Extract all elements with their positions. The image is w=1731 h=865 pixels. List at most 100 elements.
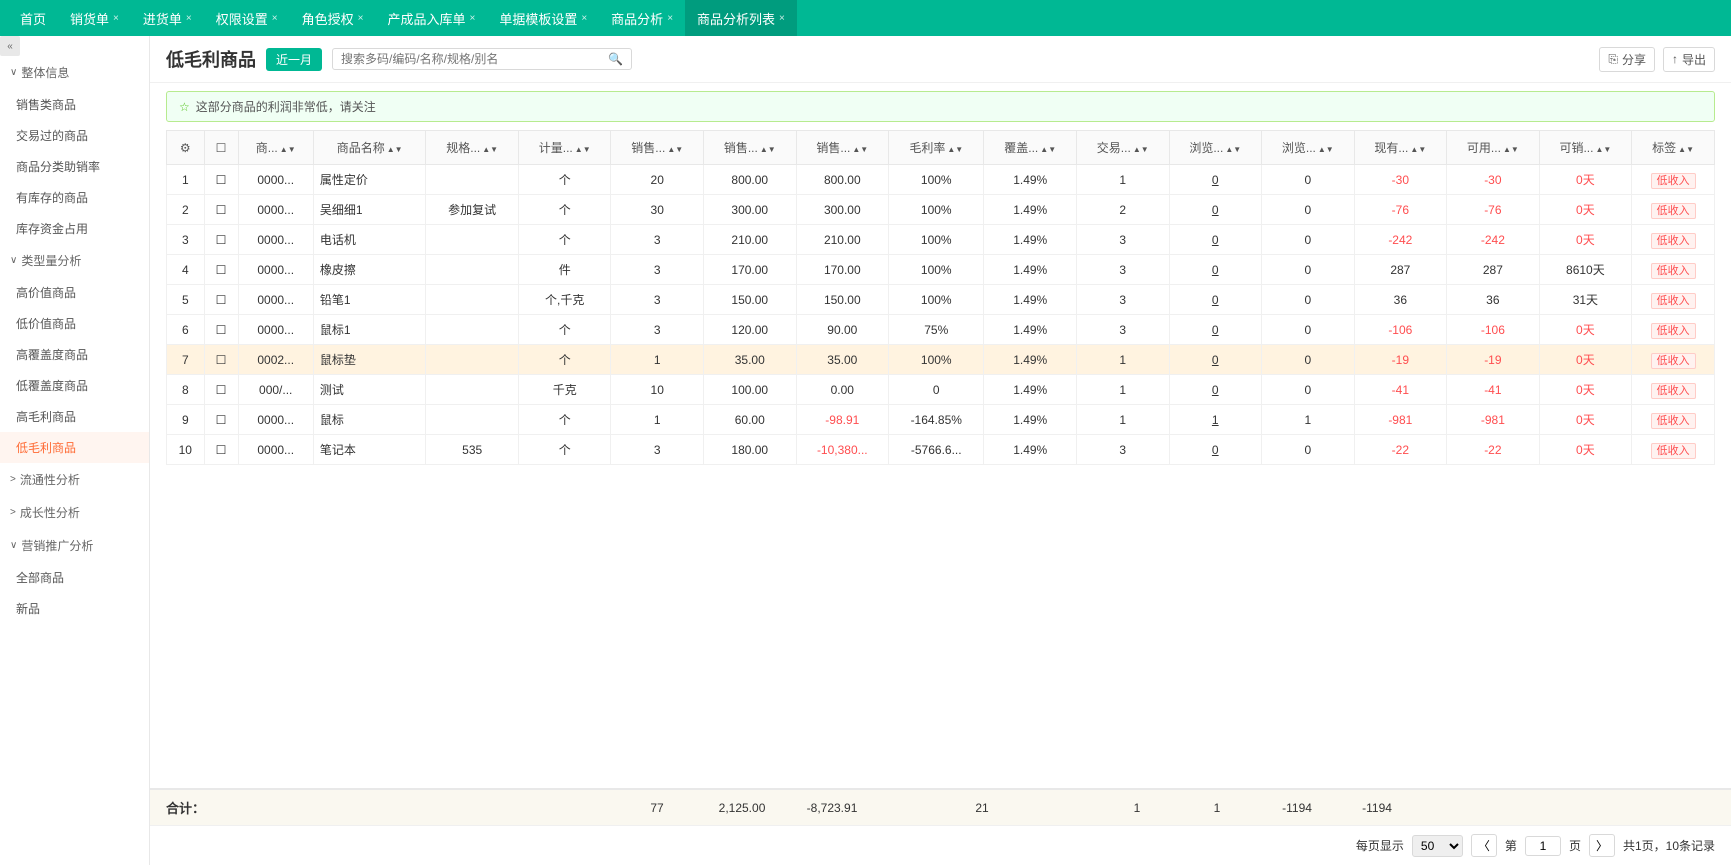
col-browse2[interactable]: 浏览...▲▼ — [1262, 131, 1355, 165]
cell-checkbox[interactable]: ☐ — [204, 285, 238, 315]
cell-name[interactable]: 吴细细1 — [313, 195, 426, 225]
cell-browse1[interactable]: 0 — [1169, 285, 1262, 315]
cell-browse1[interactable]: 0 — [1169, 345, 1262, 375]
sidebar-collapse-button[interactable]: « — [0, 36, 20, 56]
cell-checkbox[interactable]: ☐ — [204, 375, 238, 405]
per-page-select[interactable]: 50 20 100 — [1412, 835, 1463, 857]
cell-name[interactable]: 电话机 — [313, 225, 426, 255]
sidebar-item-新品[interactable]: 新品 — [0, 593, 149, 624]
cell-browse1[interactable]: 0 — [1169, 315, 1262, 345]
cell-name[interactable]: 测试 — [313, 375, 426, 405]
cell-browse1[interactable]: 0 — [1169, 165, 1262, 195]
cell-checkbox[interactable]: ☐ — [204, 255, 238, 285]
sidebar-section-成长性分析[interactable]: > 成长性分析 — [0, 496, 149, 529]
sidebar-section-流通性分析[interactable]: > 流通性分析 — [0, 463, 149, 496]
col-gross-rate[interactable]: 毛利率▲▼ — [889, 131, 984, 165]
sidebar-item-有库存的商品[interactable]: 有库存的商品 — [0, 182, 149, 213]
cell-checkbox[interactable]: ☐ — [204, 225, 238, 255]
cell-checkbox[interactable]: ☐ — [204, 165, 238, 195]
cell-name[interactable]: 鼠标1 — [313, 315, 426, 345]
cell-tag: 低收入 — [1632, 435, 1715, 465]
col-checkbox[interactable]: ☐ — [204, 131, 238, 165]
nav-item-销货单[interactable]: 销货单× — [58, 0, 131, 36]
cell-checkbox[interactable]: ☐ — [204, 195, 238, 225]
cell-name[interactable]: 铅笔1 — [313, 285, 426, 315]
cell-name[interactable]: 属性定价 — [313, 165, 426, 195]
cell-code: 0002... — [238, 345, 313, 375]
cell-browse1[interactable]: 0 — [1169, 375, 1262, 405]
cell-name[interactable]: 笔记本 — [313, 435, 426, 465]
cell-unit: 个,千克 — [518, 285, 611, 315]
col-browse1[interactable]: 浏览...▲▼ — [1169, 131, 1262, 165]
cell-checkbox[interactable]: ☐ — [204, 345, 238, 375]
sidebar-item-全部商品[interactable]: 全部商品 — [0, 562, 149, 593]
cell-checkbox[interactable]: ☐ — [204, 405, 238, 435]
cell-browse1[interactable]: 0 — [1169, 195, 1262, 225]
close-icon[interactable]: × — [358, 13, 364, 24]
nav-item-角色授权[interactable]: 角色授权× — [290, 0, 376, 36]
close-icon[interactable]: × — [469, 13, 475, 24]
col-spec[interactable]: 规格...▲▼ — [426, 131, 519, 165]
col-code[interactable]: 商...▲▼ — [238, 131, 313, 165]
sidebar-item-低价值商品[interactable]: 低价值商品 — [0, 308, 149, 339]
search-input[interactable] — [341, 52, 608, 66]
col-coverage[interactable]: 覆盖...▲▼ — [984, 131, 1077, 165]
share-button[interactable]: ⎘ 分享 — [1599, 47, 1655, 72]
export-button[interactable]: ↑ 导出 — [1663, 47, 1715, 72]
nav-item-单据模板设置[interactable]: 单据模板设置× — [487, 0, 599, 36]
sidebar-item-低覆盖度商品[interactable]: 低覆盖度商品 — [0, 370, 149, 401]
sidebar-section-类型量分析[interactable]: ∨ 类型量分析 — [0, 244, 149, 277]
nav-item-商品分析[interactable]: 商品分析× — [599, 0, 685, 36]
col-sale-amt[interactable]: 销售...▲▼ — [796, 131, 889, 165]
filter-button[interactable]: 近一月 — [266, 48, 322, 71]
cell-gross-amt: -164.85% — [889, 405, 984, 435]
col-settings[interactable]: ⚙ — [167, 131, 205, 165]
col-trade[interactable]: 交易...▲▼ — [1076, 131, 1169, 165]
cell-checkbox[interactable]: ☐ — [204, 435, 238, 465]
col-saleable[interactable]: 可销...▲▼ — [1539, 131, 1632, 165]
cell-name[interactable]: 鼠标 — [313, 405, 426, 435]
sidebar-item-交易过的商品[interactable]: 交易过的商品 — [0, 120, 149, 151]
sidebar-item-销售类商品[interactable]: 销售类商品 — [0, 89, 149, 120]
next-page-button[interactable]: 〉 — [1589, 834, 1615, 857]
close-icon[interactable]: × — [667, 13, 673, 24]
cell-browse1[interactable]: 0 — [1169, 225, 1262, 255]
prev-page-button[interactable]: 〈 — [1471, 834, 1497, 857]
col-tag[interactable]: 标签▲▼ — [1632, 131, 1715, 165]
sidebar-item-商品分类助销率[interactable]: 商品分类助销率 — [0, 151, 149, 182]
section-arrow: ∨ — [10, 255, 17, 266]
sidebar-item-库存资金占用[interactable]: 库存资金占用 — [0, 213, 149, 244]
col-stock[interactable]: 现有...▲▼ — [1354, 131, 1447, 165]
close-icon[interactable]: × — [113, 13, 119, 24]
page-number-input[interactable] — [1525, 836, 1561, 856]
close-icon[interactable]: × — [779, 13, 785, 24]
cell-spec — [426, 255, 519, 285]
cell-num: 3 — [167, 225, 205, 255]
sidebar-item-高覆盖度商品[interactable]: 高覆盖度商品 — [0, 339, 149, 370]
close-icon[interactable]: × — [272, 13, 278, 24]
cell-browse1[interactable]: 1 — [1169, 405, 1262, 435]
cell-checkbox[interactable]: ☐ — [204, 315, 238, 345]
nav-item-首页[interactable]: 首页 — [8, 0, 58, 36]
sidebar-item-高价值商品[interactable]: 高价值商品 — [0, 277, 149, 308]
close-icon[interactable]: × — [581, 13, 587, 24]
nav-item-产成品入库单[interactable]: 产成品入库单× — [375, 0, 487, 36]
sidebar-item-高毛利商品[interactable]: 高毛利商品 — [0, 401, 149, 432]
col-available[interactable]: 可用...▲▼ — [1447, 131, 1540, 165]
close-icon[interactable]: × — [186, 13, 192, 24]
nav-item-进货单[interactable]: 进货单× — [131, 0, 204, 36]
col-qty[interactable]: 销售...▲▼ — [611, 131, 704, 165]
cell-browse1[interactable]: 0 — [1169, 255, 1262, 285]
cell-browse1[interactable]: 0 — [1169, 435, 1262, 465]
sidebar-item-低毛利商品[interactable]: 低毛利商品 — [0, 432, 149, 463]
col-name[interactable]: 商品名称▲▼ — [313, 131, 426, 165]
col-unit[interactable]: 计量...▲▼ — [518, 131, 611, 165]
sidebar-section-整体信息[interactable]: ∨ 整体信息 — [0, 56, 149, 89]
nav-item-权限设置[interactable]: 权限设置× — [204, 0, 290, 36]
nav-item-商品分析列表[interactable]: 商品分析列表× — [685, 0, 797, 36]
cell-name[interactable]: 橡皮擦 — [313, 255, 426, 285]
search-icon[interactable]: 🔍 — [608, 52, 623, 66]
cell-name[interactable]: 鼠标垫 — [313, 345, 426, 375]
sidebar-section-营销推广分析[interactable]: ∨ 营销推广分析 — [0, 529, 149, 562]
col-price[interactable]: 销售...▲▼ — [704, 131, 797, 165]
